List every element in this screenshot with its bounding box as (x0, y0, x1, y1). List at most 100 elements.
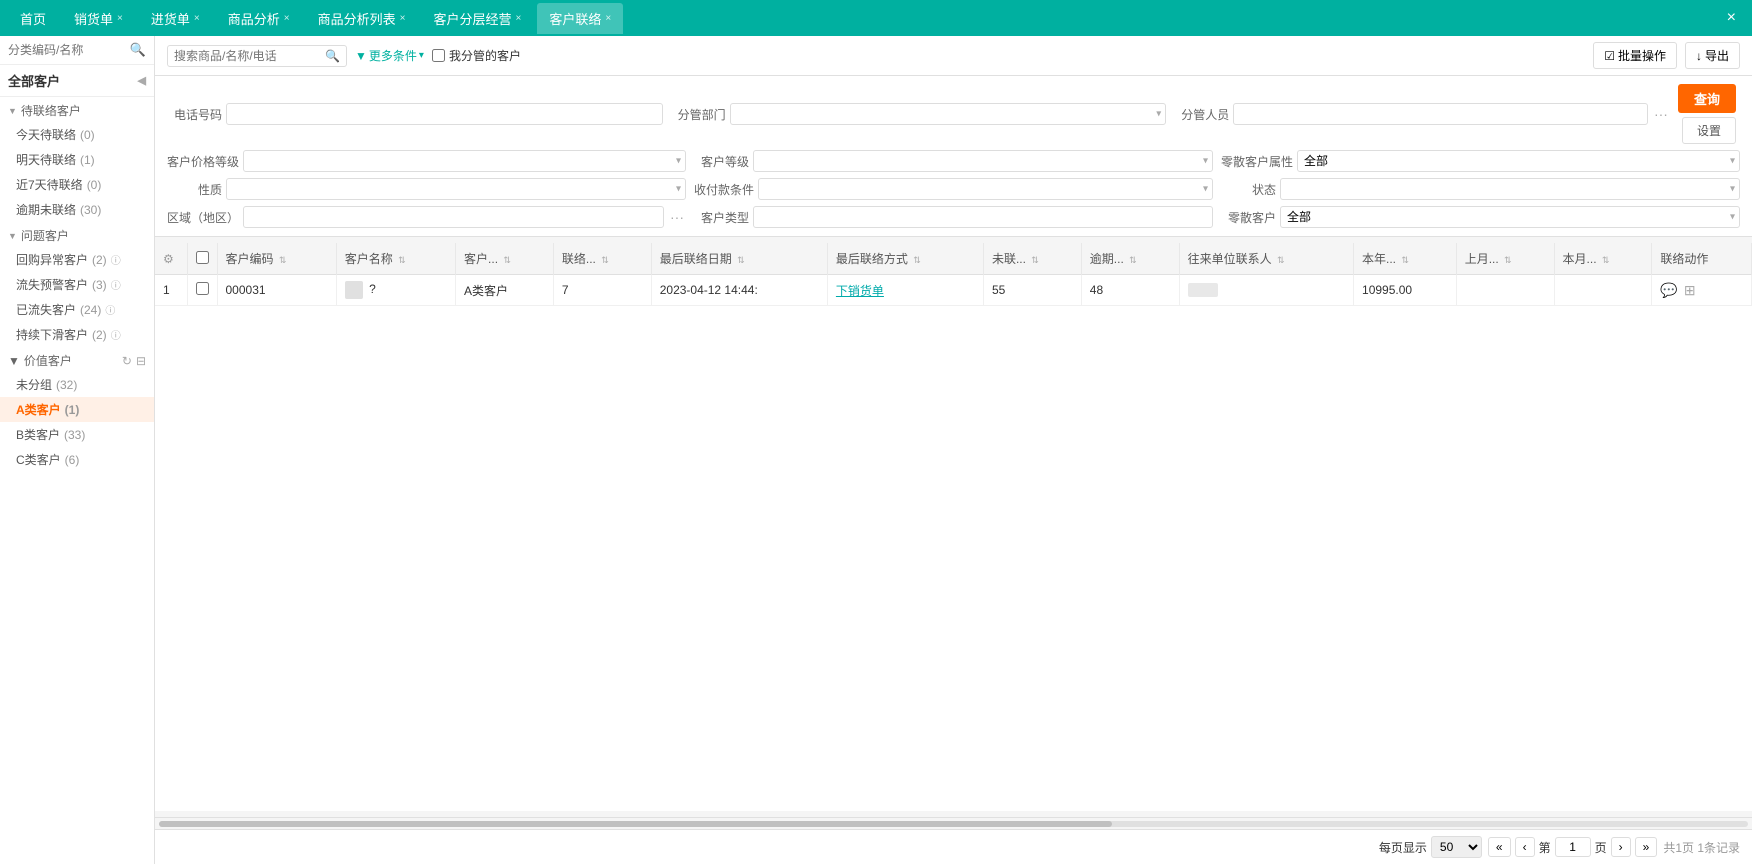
sidebar-item-7days-pending[interactable]: 近7天待联络 (0) (0, 172, 154, 197)
sidebar-item-declining[interactable]: 持续下滑客户 (2) ⓘ (0, 322, 154, 347)
col-name-sort[interactable]: ⇅ (398, 255, 406, 265)
col-this-month-sort[interactable]: ⇅ (1602, 255, 1610, 265)
scrollbar-thumb[interactable] (159, 821, 1112, 827)
chat-action-icon[interactable]: 💬 (1660, 282, 1677, 299)
export-btn[interactable]: ↓ 导出 (1685, 42, 1740, 69)
my-customer-checkbox-wrap[interactable]: 我分管的客户 (432, 47, 521, 64)
next-page-btn[interactable]: › (1611, 837, 1631, 857)
first-page-btn[interactable]: « (1488, 837, 1511, 857)
value-group-actions[interactable]: ↻ ⊟ (122, 354, 146, 368)
sidebar-item-repurchase-abnormal[interactable]: 回购异常客户 (2) ⓘ (0, 247, 154, 272)
nav-item-customer-contact[interactable]: 客户联络 × (537, 3, 623, 34)
col-company-contact-sort[interactable]: ⇅ (1277, 255, 1285, 265)
price-level-wrap: ▾ (243, 150, 686, 172)
filter-more-btn[interactable]: ▼ 更多条件 ▾ (355, 47, 424, 64)
sidebar-item-churn-warning[interactable]: 流失预警客户 (3) ⓘ (0, 272, 154, 297)
select-all-checkbox[interactable] (196, 251, 209, 264)
nav-customer-contact-label: 客户联络 (549, 9, 601, 28)
nav-analysis-close[interactable]: × (284, 13, 290, 24)
refresh-icon[interactable]: ↻ (122, 354, 132, 368)
nav-customer-mgmt-close[interactable]: × (515, 13, 521, 24)
price-level-select[interactable] (243, 150, 686, 172)
customer-type-input[interactable] (753, 206, 1213, 228)
nav-item-analysis-list[interactable]: 商品分析列表 × (306, 3, 418, 34)
nav-customer-contact-close[interactable]: × (605, 13, 611, 24)
col-contact-sort[interactable]: ⇅ (601, 255, 609, 265)
sidebar-item-b-class[interactable]: B类客户 (33) (0, 422, 154, 447)
col-level-sort[interactable]: ⇅ (503, 255, 511, 265)
all-customers-header[interactable]: 全部客户 ◀ (0, 65, 154, 97)
col-last-month-sort[interactable]: ⇅ (1504, 255, 1512, 265)
row-last-method[interactable]: 下销货单 (827, 275, 983, 306)
retail-customer-select[interactable]: 全部 (1280, 206, 1740, 228)
nav-item-analysis[interactable]: 商品分析 × (216, 3, 302, 34)
sidebar-item-ungrouped[interactable]: 未分组 (32) (0, 372, 154, 397)
sidebar-item-a-class[interactable]: A类客户 (1) (0, 397, 154, 422)
filter-more-label: 更多条件 (369, 47, 417, 64)
col-no-contact-sort[interactable]: ⇅ (1031, 255, 1039, 265)
overdue-contact-label: 逾期未联络 (16, 201, 76, 218)
phone-input[interactable] (226, 103, 663, 125)
row-customer-name: ? (336, 275, 455, 306)
page-number-input[interactable] (1555, 837, 1591, 857)
person-input[interactable] (1233, 103, 1648, 125)
settings-small-icon[interactable]: ⊟ (136, 354, 146, 368)
last-page-btn[interactable]: » (1635, 837, 1658, 857)
nav-analysis-list-close[interactable]: × (400, 13, 406, 24)
filter-bar: 🔍 ▼ 更多条件 ▾ 我分管的客户 ☑ 批量操作 ↓ 导出 (155, 36, 1752, 76)
batch-operations-btn[interactable]: ☑ 批量操作 (1593, 42, 1677, 69)
col-code-sort[interactable]: ⇅ (279, 255, 287, 265)
sidebar-item-overdue-contact[interactable]: 逾期未联络 (30) (0, 197, 154, 222)
nav-item-purchase[interactable]: 进货单 × (139, 3, 212, 34)
sidebar-search-input[interactable] (8, 43, 126, 57)
filter-row-4: 区域（地区） ··· 客户类型 零散客户 全部 ▾ (167, 206, 1740, 228)
settings-button[interactable]: 设置 (1682, 117, 1736, 144)
scrollbar-track[interactable] (159, 821, 1748, 827)
table-settings-icon[interactable]: ⚙ (163, 252, 174, 266)
retail-attr-select[interactable]: 全部 (1297, 150, 1740, 172)
row-last-date: 2023-04-12 14:44: (651, 275, 827, 306)
ungrouped-count: (32) (56, 378, 77, 392)
region-dots[interactable]: ··· (668, 209, 686, 225)
dept-select[interactable] (730, 103, 1167, 125)
window-close-button[interactable]: × (1719, 5, 1744, 30)
col-settings[interactable]: ⚙ (155, 243, 187, 275)
retail-attr-wrap: 全部 ▾ (1297, 150, 1740, 172)
col-code-label: 客户编码 (226, 252, 274, 266)
row-checkbox[interactable] (196, 282, 209, 295)
payment-select[interactable] (758, 178, 1213, 200)
col-last-date-sort[interactable]: ⇅ (737, 255, 745, 265)
table-row: 1 000031 ? A类客户 7 2023-04-12 14:44: (155, 275, 1752, 306)
row-checkbox-cell[interactable] (187, 275, 217, 306)
nav-purchase-close[interactable]: × (194, 13, 200, 24)
nav-item-sales[interactable]: 销货单 × (62, 3, 135, 34)
customer-level-select[interactable] (753, 150, 1213, 172)
qr-action-icon[interactable]: ⊞ (1684, 282, 1696, 299)
status-select[interactable] (1280, 178, 1740, 200)
my-customer-checkbox[interactable] (432, 49, 445, 62)
query-button[interactable]: 查询 (1678, 84, 1736, 113)
nav-item-home[interactable]: 首页 (8, 3, 58, 34)
filter-search-input[interactable] (174, 49, 321, 63)
last-method-link[interactable]: 下销货单 (836, 284, 884, 298)
nav-sales-close[interactable]: × (117, 13, 123, 24)
person-dots[interactable]: ··· (1652, 106, 1670, 122)
col-actions: 联络动作 (1652, 243, 1752, 275)
per-page-select[interactable]: 50 100 200 (1431, 836, 1482, 858)
filter-dept: 分管部门 ▾ (671, 103, 1167, 125)
col-last-method-sort[interactable]: ⇅ (913, 255, 921, 265)
sidebar-item-tomorrow-pending[interactable]: 明天待联络 (1) (0, 147, 154, 172)
sidebar-item-c-class[interactable]: C类客户 (6) (0, 447, 154, 472)
col-overdue-sort[interactable]: ⇅ (1129, 255, 1137, 265)
nature-select[interactable] (226, 178, 686, 200)
col-checkbox[interactable] (187, 243, 217, 275)
col-this-year-sort[interactable]: ⇅ (1401, 255, 1409, 265)
row-overdue: 48 (1081, 275, 1179, 306)
region-input[interactable] (243, 206, 664, 228)
sidebar-item-churned[interactable]: 已流失客户 (24) ⓘ (0, 297, 154, 322)
horizontal-scrollbar[interactable] (155, 817, 1752, 829)
prev-page-btn[interactable]: ‹ (1515, 837, 1535, 857)
sidebar-item-today-pending[interactable]: 今天待联络 (0) (0, 122, 154, 147)
nav-item-customer-mgmt[interactable]: 客户分层经营 × (421, 3, 533, 34)
col-contact-count: 联络... ⇅ (553, 243, 651, 275)
